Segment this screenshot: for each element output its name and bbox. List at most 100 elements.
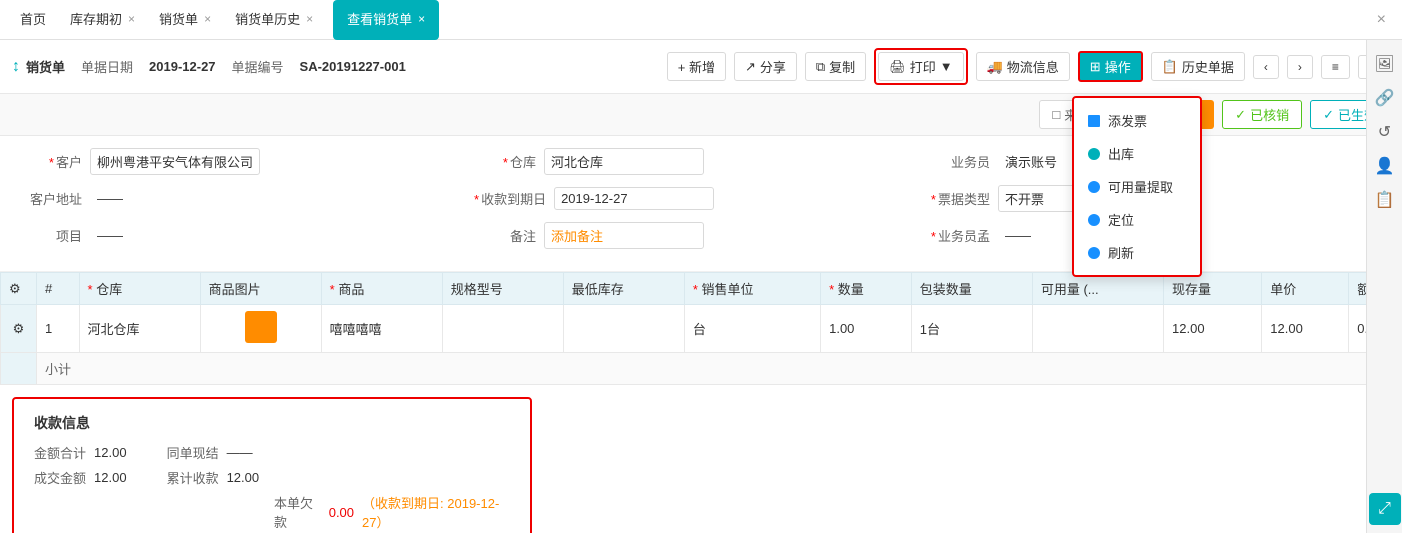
address-value: —— xyxy=(90,187,250,210)
prev-button[interactable]: ‹ xyxy=(1253,55,1279,79)
next-button[interactable]: › xyxy=(1287,55,1313,79)
subtotal-label: 小计 xyxy=(37,353,1402,385)
print-dropdown-arrow: ▼ xyxy=(940,59,953,74)
operation-dropdown: 添发票 出库 可用量提取 定位 刷新 xyxy=(1072,96,1202,277)
cumulative-payment-item: 累计收款 12.00 xyxy=(167,468,260,487)
close-tab-sales[interactable]: × xyxy=(204,12,211,26)
outbound-label: 出库 xyxy=(1108,144,1134,163)
payment-section: 收款信息 金额合计 12.00 同单现结 —— 成交金额 12.00 累计收款 … xyxy=(12,397,532,533)
close-window-button[interactable]: × xyxy=(1369,11,1394,29)
customer-field: 客户 柳州粤港平安气体有限公司 xyxy=(20,148,474,175)
close-tab-inventory[interactable]: × xyxy=(128,12,135,26)
payment-row-2: 成交金额 12.00 累计收款 12.00 xyxy=(34,468,510,487)
add-invoice-icon xyxy=(1088,115,1100,127)
sidebar-expand-icon[interactable]: ⤢ xyxy=(1369,493,1401,525)
col-unit-price: 单价 xyxy=(1262,273,1349,305)
print-button[interactable]: 🖨 打印 ▼ xyxy=(878,52,963,81)
payment-title: 收款信息 xyxy=(34,413,510,433)
available-qty-label: 可用量提取 xyxy=(1108,177,1173,196)
payment-row-3: 本单欠款 0.00 （收款到期日: 2019-12-27） xyxy=(34,493,510,531)
row-gear[interactable]: ⚙ xyxy=(1,305,37,353)
address-field: 客户地址 —— xyxy=(20,187,474,210)
same-order-settlement-value: —— xyxy=(227,445,253,460)
right-sidebar: 🖼 🔗 ↺ 👤 📋 ⤢ xyxy=(1366,40,1402,533)
tab-inventory[interactable]: 库存期初 × xyxy=(58,0,147,40)
number-label: 单据编号 xyxy=(232,57,284,76)
mobile-icon: □ xyxy=(1052,107,1060,122)
outstanding-label: 本单欠款 xyxy=(274,493,321,531)
copy-button[interactable]: ⧉ 复制 xyxy=(805,52,866,81)
col-current-stock: 现存量 xyxy=(1164,273,1262,305)
tab-home[interactable]: 首页 xyxy=(8,0,58,40)
refresh-label: 刷新 xyxy=(1108,243,1134,262)
products-table: ⚙ # 仓库 商品图片 商品 规格型号 最低库存 销售单位 数量 包装数量 可用… xyxy=(0,272,1402,385)
date-label: 单据日期 xyxy=(81,57,133,76)
tab-sales-history[interactable]: 销货单历史 × xyxy=(223,0,325,40)
total-amount-label: 金额合计 xyxy=(34,443,86,462)
logistics-button[interactable]: 🚚 物流信息 xyxy=(976,52,1070,81)
share-icon: ↗ xyxy=(745,59,756,75)
locate-icon xyxy=(1088,214,1100,226)
table-container: ⚙ # 仓库 商品图片 商品 规格型号 最低库存 销售单位 数量 包装数量 可用… xyxy=(0,272,1402,389)
col-min-stock: 最低库存 xyxy=(563,273,684,305)
verified-status-button[interactable]: ✓ 已核销 xyxy=(1222,100,1302,129)
customer-value[interactable]: 柳州粤港平安气体有限公司 xyxy=(90,148,260,175)
add-invoice-item[interactable]: 添发票 xyxy=(1074,104,1200,137)
sidebar-icon-4[interactable]: 👤 xyxy=(1369,150,1401,182)
warehouse-label: 仓库 xyxy=(474,152,544,171)
total-amount-value: 12.00 xyxy=(94,445,127,460)
doc-type-label: 销货单 xyxy=(26,57,65,76)
col-qty: 数量 xyxy=(821,273,912,305)
date-value: 2019-12-27 xyxy=(149,59,216,74)
outbound-item[interactable]: 出库 xyxy=(1074,137,1200,170)
doc-title: ↕ 销货单 xyxy=(12,57,65,76)
remark-field: 备注 添加备注 xyxy=(474,222,928,249)
subtotal-row: 小计 xyxy=(1,353,1402,385)
col-product-img: 商品图片 xyxy=(200,273,321,305)
staff-label: 业务员 xyxy=(928,152,998,171)
operation-icon: ⊞ xyxy=(1090,59,1101,75)
sidebar-icon-1[interactable]: 🖼 xyxy=(1369,48,1401,80)
col-product: 商品 xyxy=(321,273,442,305)
refresh-item[interactable]: 刷新 xyxy=(1074,236,1200,269)
available-qty-icon xyxy=(1088,181,1100,193)
copy-icon: ⧉ xyxy=(816,59,825,75)
row-pack-qty: 1台 xyxy=(911,305,1032,353)
transaction-amount-label: 成交金额 xyxy=(34,468,86,487)
operation-button[interactable]: ⊞ 操作 xyxy=(1078,51,1143,82)
doc-header: ↕ 销货单 单据日期 2019-12-27 单据编号 SA-20191227-0… xyxy=(0,40,1402,94)
list-view-button[interactable]: ≡ xyxy=(1321,55,1350,79)
new-button[interactable]: + 新增 xyxy=(667,52,726,81)
print-icon: 🖨 xyxy=(889,59,906,75)
sidebar-icon-2[interactable]: 🔗 xyxy=(1369,82,1401,114)
history-icon: 📋 xyxy=(1162,59,1178,75)
history-button[interactable]: 📋 历史单据 xyxy=(1151,52,1245,81)
close-tab-view-sales[interactable]: × xyxy=(418,12,425,26)
row-num: 1 xyxy=(37,305,80,353)
available-qty-item[interactable]: 可用量提取 xyxy=(1074,170,1200,203)
sales-order-icon: ↕ xyxy=(12,58,20,76)
tab-sales[interactable]: 销货单 × xyxy=(147,0,223,40)
col-num: # xyxy=(37,273,80,305)
total-amount-item: 金额合计 12.00 xyxy=(34,443,127,462)
project-field: 项目 —— xyxy=(20,224,474,247)
print-highlight-box: 🖨 打印 ▼ xyxy=(874,48,967,85)
col-warehouse: 仓库 xyxy=(79,273,200,305)
col-spec: 规格型号 xyxy=(442,273,563,305)
toolbar: + 新增 ↗ 分享 ⧉ 复制 🖨 打印 ▼ 🚚 物流信息 xyxy=(667,48,1390,85)
col-gear: ⚙ xyxy=(1,273,37,305)
row-min-stock xyxy=(563,305,684,353)
tab-bar: 首页 库存期初 × 销货单 × 销货单历史 × 查看销货单 × × xyxy=(0,0,1402,40)
add-remark-button[interactable]: 添加备注 xyxy=(544,222,704,249)
cumulative-payment-value: 12.00 xyxy=(227,470,260,485)
locate-item[interactable]: 定位 xyxy=(1074,203,1200,236)
tab-view-sales[interactable]: 查看销货单 × xyxy=(333,0,439,40)
share-button[interactable]: ↗ 分享 xyxy=(734,52,797,81)
sidebar-icon-3[interactable]: ↺ xyxy=(1369,116,1401,148)
close-tab-sales-history[interactable]: × xyxy=(306,12,313,26)
warehouse-value[interactable]: 河北仓库 xyxy=(544,148,704,175)
sidebar-icon-5[interactable]: 📋 xyxy=(1369,184,1401,216)
due-date-value[interactable]: 2019-12-27 xyxy=(554,187,714,210)
warehouse-field: 仓库 河北仓库 xyxy=(474,148,928,175)
verified-icon: ✓ xyxy=(1235,107,1246,123)
